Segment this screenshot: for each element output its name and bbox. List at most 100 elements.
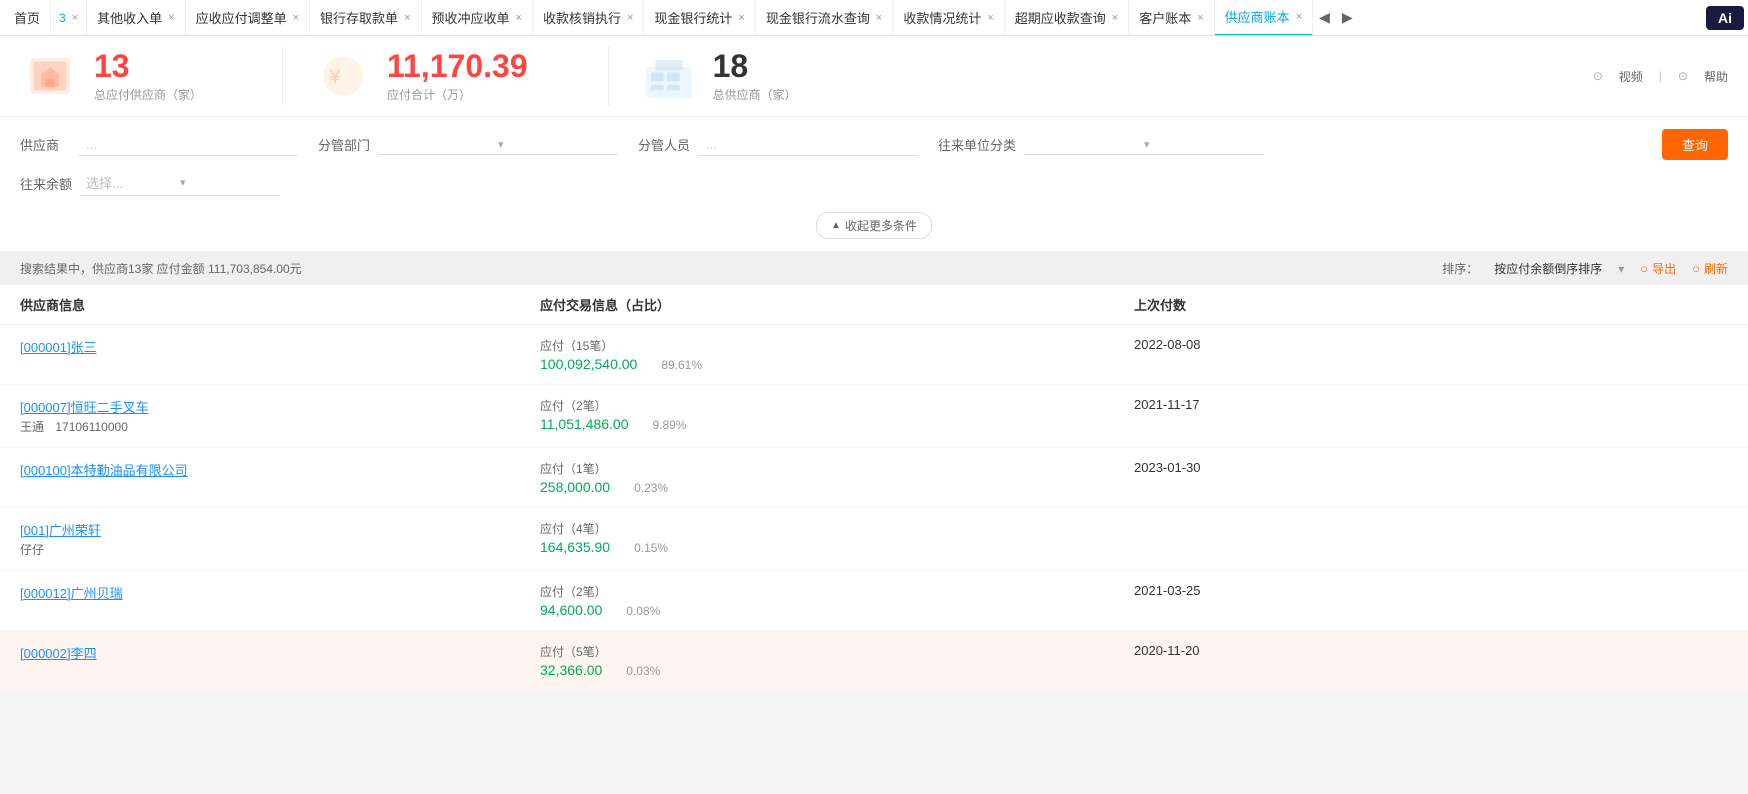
nav-other-income[interactable]: 其他收入单 × [87, 0, 185, 36]
supplier-info-4: [001]广州荣轩 仔仔 [20, 520, 540, 558]
nav-prev-arrow[interactable]: ◀ [1313, 0, 1336, 36]
nav-cash-bank-stat-label: 现金银行统计 [654, 8, 732, 27]
filter-row-2: 往来余额 选择... ▾ [20, 170, 1728, 196]
supplier-payable-icon [20, 46, 80, 106]
supplier-name-1: 张三 [71, 340, 97, 355]
ai-button[interactable]: Ai [1706, 6, 1744, 30]
nav-ar-adjust[interactable]: 应收应付调整单 × [186, 0, 310, 36]
date-value-5: 2021-03-25 [1134, 583, 1201, 598]
date-value-1: 2022-08-08 [1134, 337, 1201, 352]
date-value-3: 2023-01-30 [1134, 460, 1201, 475]
nav-bank-deposit[interactable]: 银行存取款单 × [310, 0, 421, 36]
filter-dept: 分管部门 ▾ [318, 135, 618, 155]
sort-chevron-down-icon: ▾ [1618, 262, 1624, 276]
nav-receipt-exec[interactable]: 收款核销执行 × [533, 0, 644, 36]
supplier-code-2: [000007] [20, 400, 71, 415]
total-suppliers-icon [639, 46, 699, 106]
nav-receipt-exec-close[interactable]: × [627, 12, 633, 24]
nav-customer-account-close[interactable]: × [1197, 12, 1203, 24]
nav-tab1[interactable]: 3 × [51, 0, 87, 36]
balance-filter-select[interactable]: 选择... ▾ [80, 170, 280, 196]
nav-cash-bank-stat-close[interactable]: × [738, 12, 744, 24]
balance-placeholder: 选择... [86, 173, 180, 192]
nav-ar-adjust-close[interactable]: × [293, 12, 299, 24]
filter-balance: 往来余额 选择... ▾ [20, 170, 280, 196]
nav-tab1-close[interactable]: × [72, 12, 78, 24]
table-row: [000002]李四 应付（5笔） 32,366.00 0.03% 2020-1… [0, 631, 1748, 691]
main-table: 供应商信息 应付交易信息（占比） 上次付数 [000001]张三 应付（15笔）… [0, 285, 1748, 691]
supplier-name-6: 李四 [71, 646, 97, 661]
query-button[interactable]: 查询 [1662, 129, 1728, 160]
dept-filter-select[interactable]: ▾ [378, 135, 618, 155]
category-filter-select[interactable]: ▾ [1024, 135, 1264, 155]
filter-category: 往来单位分类 ▾ [938, 135, 1264, 155]
date-value-2: 2021-11-17 [1134, 397, 1200, 412]
nav-home[interactable]: 首页 [4, 0, 51, 36]
table-row: [000012]广州贝瑞 应付（2笔） 94,600.00 0.08% 2021… [0, 571, 1748, 631]
nav-overdue-query-close[interactable]: × [1112, 12, 1118, 24]
collapse-button[interactable]: ▲ 收起更多条件 [816, 212, 932, 239]
tx-row-2: 11,051,486.00 9.89% [540, 416, 1134, 432]
nav-overdue-query[interactable]: 超期应收款查询 × [1005, 0, 1129, 36]
nav-cash-bank-flow-close[interactable]: × [876, 12, 882, 24]
table-row: [000007]恒旺二手叉车 王通 17106110000 应付（2笔） 11,… [0, 385, 1748, 448]
supplier-filter-input[interactable]: ... [78, 134, 298, 156]
separator: | [1659, 69, 1662, 83]
nav-other-income-close[interactable]: × [168, 12, 174, 24]
nav-advance-collect-close[interactable]: × [516, 12, 522, 24]
category-filter-label: 往来单位分类 [938, 135, 1016, 154]
supplier-info-1: [000001]张三 [20, 337, 540, 356]
supplier-link-3[interactable]: [000100]本特勤油品有限公司 [20, 463, 188, 478]
stat-total-suppliers: 18 总供应商（家） [639, 46, 827, 106]
export-label: 导出 [1652, 260, 1676, 277]
nav-customer-account-label: 客户账本 [1139, 8, 1191, 27]
nav-customer-account[interactable]: 客户账本 × [1129, 0, 1214, 36]
nav-next-arrow[interactable]: ▶ [1336, 0, 1359, 36]
filter-person: 分管人员 ... [638, 134, 918, 156]
supplier-filter-label: 供应商 [20, 135, 70, 154]
supplier-dots: ... [86, 137, 97, 152]
tx-amount-4: 164,635.90 [540, 539, 610, 555]
filter-row-1: 供应商 ... 分管部门 ▾ 分管人员 ... 往来单位分类 ▾ [20, 129, 1728, 160]
nav-receipt-stat[interactable]: 收款情况统计 × [893, 0, 1004, 36]
supplier-link-6[interactable]: [000002]李四 [20, 646, 97, 661]
supplier-info-6: [000002]李四 [20, 643, 540, 662]
export-button[interactable]: ○ 导出 [1640, 260, 1676, 277]
supplier-contact-4: 仔仔 [20, 541, 540, 558]
person-filter-input[interactable]: ... [698, 134, 918, 156]
nav-bank-deposit-close[interactable]: × [404, 12, 410, 24]
stat-divider-1 [282, 46, 283, 106]
col-header-tx: 应付交易信息（占比） [540, 295, 1134, 314]
supplier-link-4[interactable]: [001]广州荣轩 [20, 523, 101, 538]
supplier-link-1[interactable]: [000001]张三 [20, 340, 97, 355]
video-link[interactable]: 视频 [1619, 68, 1643, 85]
supplier-code-5: [000012] [20, 586, 71, 601]
nav-advance-collect[interactable]: 预收冲应收单 × [422, 0, 533, 36]
nav-supplier-account-close[interactable]: × [1296, 11, 1302, 23]
result-summary-text: 搜索结果中，供应商13家 应付金额 111,703,854.00元 [20, 260, 302, 277]
help-link[interactable]: 帮助 [1704, 68, 1728, 85]
result-bar: 搜索结果中，供应商13家 应付金额 111,703,854.00元 排序： 按应… [0, 252, 1748, 285]
nav-supplier-account[interactable]: 供应商账本 × [1215, 0, 1313, 36]
tx-percent-3: 0.23% [634, 481, 668, 495]
nav-cash-bank-stat[interactable]: 现金银行统计 × [644, 0, 755, 36]
payable-suppliers-label: 总应付供应商（家） [94, 86, 202, 103]
supplier-link-5[interactable]: [000012]广州贝瑞 [20, 586, 123, 601]
nav-cash-bank-flow-label: 现金银行流水查询 [766, 8, 870, 27]
nav-other-income-label: 其他收入单 [97, 8, 162, 27]
nav-cash-bank-flow[interactable]: 现金银行流水查询 × [756, 0, 893, 36]
tx-info-2: 应付（2笔） 11,051,486.00 9.89% [540, 397, 1134, 432]
total-suppliers-number: 18 [713, 50, 797, 82]
contact-phone-2: 17106110000 [55, 420, 128, 434]
tx-label-1: 应付（15笔） [540, 337, 1134, 354]
tx-amount-5: 94,600.00 [540, 602, 602, 618]
payable-amount-icon: ¥ [313, 46, 373, 106]
supplier-link-2[interactable]: [000007]恒旺二手叉车 [20, 400, 149, 415]
supplier-name-3: 本特勤油品有限公司 [71, 463, 188, 478]
col-header-supplier: 供应商信息 [20, 295, 540, 314]
nav-receipt-stat-close[interactable]: × [987, 12, 993, 24]
tx-label-3: 应付（1笔） [540, 460, 1134, 477]
refresh-button[interactable]: ○ 刷新 [1692, 260, 1728, 277]
sort-select[interactable]: 按应付余额倒序排序 [1494, 260, 1602, 277]
supplier-code-4: [001] [20, 523, 49, 538]
